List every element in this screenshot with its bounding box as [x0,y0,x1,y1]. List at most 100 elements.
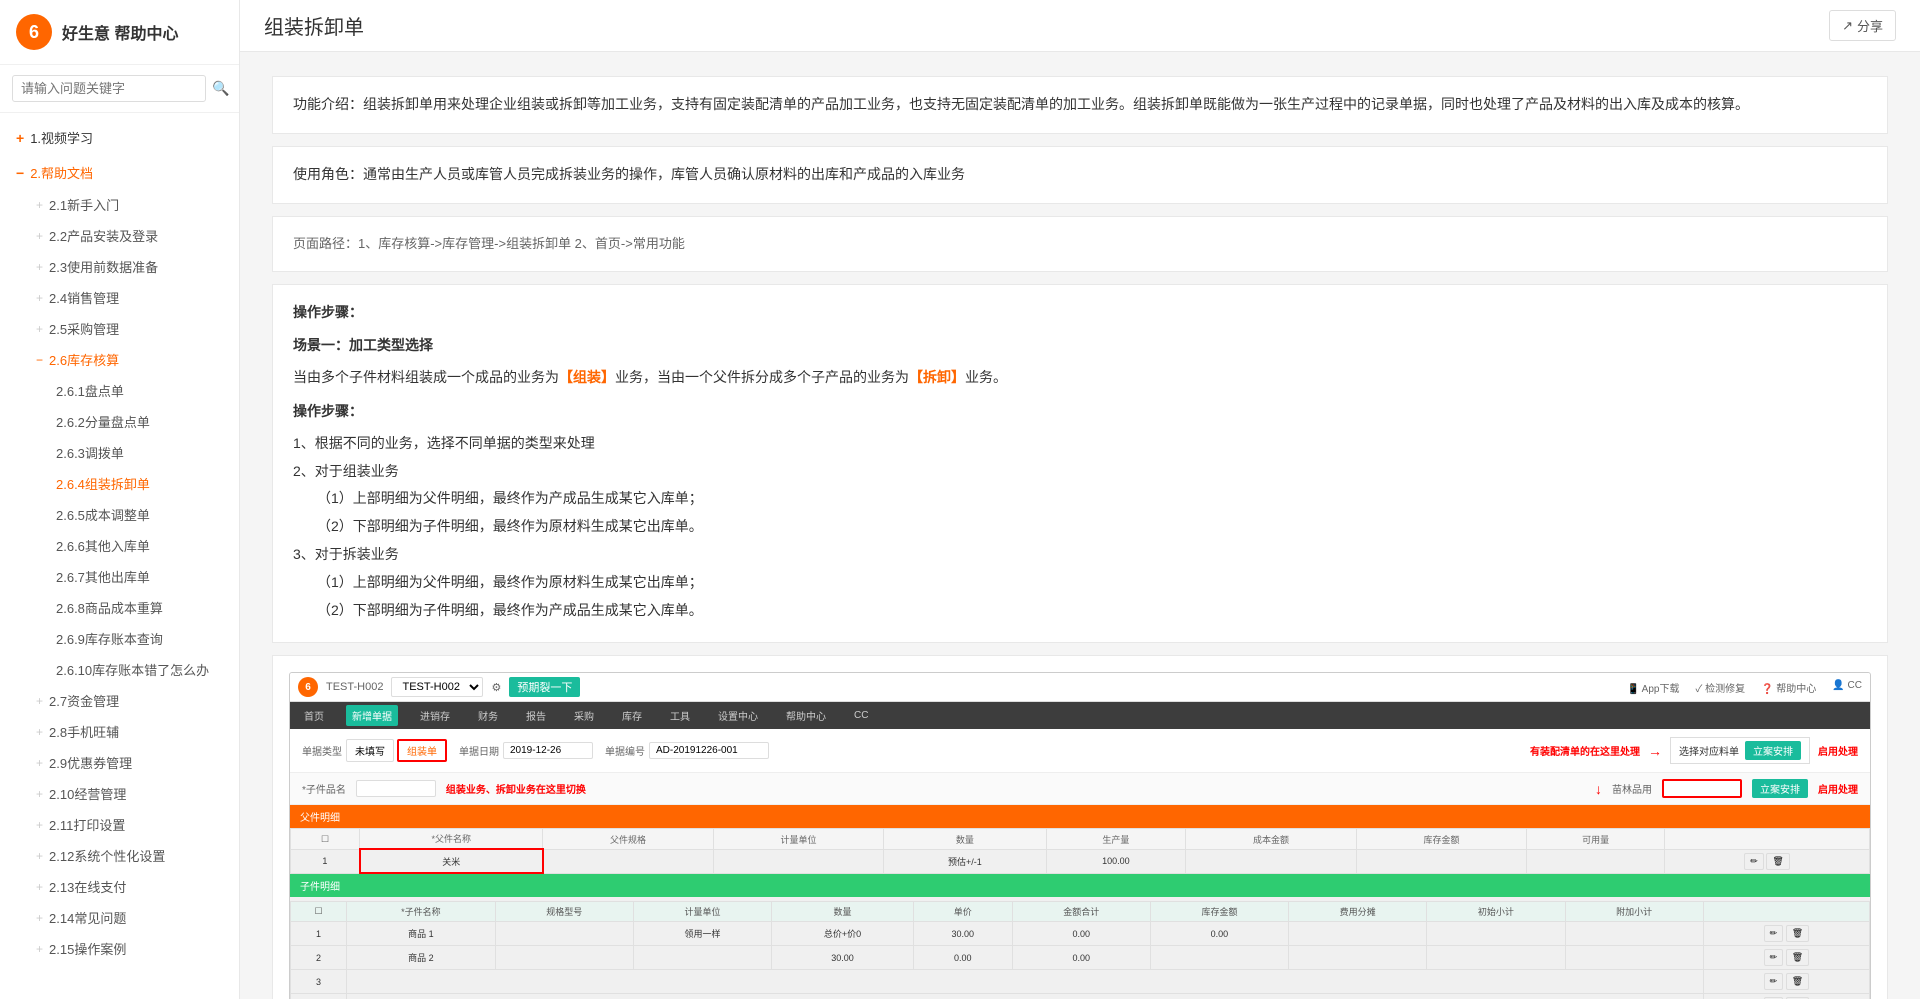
sidebar-item-2-6[interactable]: − 2.6库存核算 [8,344,239,375]
sm-row-del-btn[interactable]: 🗑 [1766,853,1789,870]
sm-nav-finance[interactable]: 财务 [472,705,504,726]
role-block: 使用角色：通常由生产人员或库管人员完成拆装业务的操作，库管人员确认原材料的出库和… [272,146,1888,204]
sm-nav-help[interactable]: 帮助中心 [780,705,832,726]
sidebar-item-2-15[interactable]: + 2.15操作案例 [8,933,239,964]
sidebar-item-2-10[interactable]: + 2.10经营管理 [8,778,239,809]
sidebar-item-2-6-3[interactable]: 2.6.3调拨单 [8,437,239,468]
sm-topbar-right: 📱 App下载 ✓ 检测修复 ❓ 帮助中心 👤 CC [1627,680,1862,695]
logo-icon: 6 [16,14,52,50]
sm-nav-settings[interactable]: 设置中心 [712,705,764,726]
sidebar-item-2-14[interactable]: + 2.14常见问题 [8,902,239,933]
search-input[interactable] [12,75,206,102]
red-arrow-1: → [1648,743,1662,759]
table-row: 1 商品 1 领用一样 总价+价0 30.00 0.00 0.00 [291,922,1870,946]
sidebar-item-2-6-9[interactable]: 2.6.9库存账本查询 [8,623,239,654]
col-qty: 数量 [884,829,1046,850]
sidebar-item-2-1[interactable]: + 2.1新手入门 [8,189,239,220]
sm-nav-cc[interactable]: CC [848,707,874,724]
sm-company-select[interactable]: TEST-H002 [391,677,483,697]
sidebar-item-2-2[interactable]: + 2.2产品安装及登录 [8,220,239,251]
sm-sub-input-1[interactable] [356,780,436,797]
sidebar-item-2-6-7[interactable]: 2.6.7其他出库单 [8,561,239,592]
sm-btn-assemble[interactable]: 组装单 [397,739,447,762]
sidebar-item-2-6-2[interactable]: 2.6.2分量盘点单 [8,406,239,437]
sidebar-item-2-6-5[interactable]: 2.6.5成本调整单 [8,499,239,530]
sidebar-item-2-13[interactable]: + 2.13在线支付 [8,871,239,902]
sidebar-item-2-8[interactable]: + 2.8手机旺辅 [8,716,239,747]
nav-label-2-6-8: 2.6.8商品成本重算 [56,598,163,617]
steps-block: 操作步骤： 场景一：加工类型选择 当由多个子件材料组装成一个成品的业务为【组装】… [272,284,1888,644]
sm-topbar-left: 6 TEST-H002 TEST-H002 ⚙ 预期裂一下 [298,677,580,697]
sub-edit-btn-3[interactable]: ✏ [1764,973,1784,990]
sub-col-init: 初始小计 [1427,902,1565,922]
sm-nav-purchase[interactable]: 采购 [568,705,600,726]
sub-del-btn[interactable]: 🗑 [1786,925,1809,942]
sidebar-item-2-9[interactable]: + 2.9优惠券管理 [8,747,239,778]
sub-plus-icon: + [36,756,43,770]
sub-plus-icon: + [36,260,43,274]
sm-nav-report[interactable]: 报告 [520,705,552,726]
sm-nav-purchase-sale[interactable]: 进销存 [414,705,456,726]
sidebar-item-2-3[interactable]: + 2.3使用前数据准备 [8,251,239,282]
sub-cell-init [1427,922,1565,946]
scene1-desc: 当由多个子件材料组装成一个成品的业务为【组装】业务，当由一个父件拆分成多个子产品… [293,366,1867,390]
nav-label-2-11: 2.11打印设置 [49,815,125,834]
sidebar-item-docs[interactable]: − 2.帮助文档 [0,156,239,189]
sm-number-input[interactable] [649,742,769,759]
sidebar-item-2-6-6[interactable]: 2.6.6其他入库单 [8,530,239,561]
path-text: 页面路径：1、库存核算->库存管理->组装拆卸单 2、首页->常用功能 [293,236,685,251]
sub-edit-btn[interactable]: ✏ [1764,925,1784,942]
sub-plus-icon: + [36,229,43,243]
sub-cell-init-2 [1427,946,1565,970]
sidebar-item-2-11[interactable]: + 2.11打印设置 [8,809,239,840]
nav-label-2-2: 2.2产品安装及登录 [49,226,158,245]
sm-form-top: 单据类型 未填写 组装单 单据日期 单据编号 [290,729,1870,773]
sub-plus-icon: + [36,787,43,801]
sm-nav-home[interactable]: 首页 [298,705,330,726]
sidebar-item-videos[interactable]: + 1.视频学习 [0,121,239,154]
sub-cell-fee [1289,922,1427,946]
sub-col-price: 单价 [914,902,1013,922]
cell-stock [1356,849,1526,873]
sm-nav-new[interactable]: 新增单据 [346,705,398,726]
sm-preview-btn[interactable]: 预期裂一下 [509,677,580,697]
sm-parent-table: ☐ *父件名称 父件规格 计量单位 数量 生产量 成本金额 库存金额 可用量 [290,828,1870,874]
sidebar-item-2-6-1[interactable]: 2.6.1盘点单 [8,375,239,406]
col-cost: 成本金额 [1186,829,1356,850]
sm-confirm-btn[interactable]: 立案安排 [1745,741,1801,760]
sm-sub-input-2[interactable] [1662,779,1742,798]
screenshot-mockup: 6 TEST-H002 TEST-H002 ⚙ 预期裂一下 📱 App下载 ✓ … [289,672,1871,999]
sm-app-tip: 📱 App下载 [1627,680,1679,695]
sub-del-btn-3[interactable]: 🗑 [1786,973,1809,990]
sub-plus-icon: + [36,880,43,894]
sidebar-item-2-6-10[interactable]: 2.6.10库存账本错了怎么办 [8,654,239,685]
sm-child-table: ☐ *子件名称 规格型号 计量单位 数量 单价 金额合计 库存金额 费用分摊 [290,901,1870,999]
sm-right-annotation: 有装配清单的在这里处理 → 选择对应料单 立案安排 启用处理 [781,737,1858,764]
sub-cell-name-2: 商品 2 [347,946,496,970]
sub-plus-icon: + [36,725,43,739]
sub-edit-btn-2[interactable]: ✏ [1764,949,1784,966]
annotation-enable: 启用处理 [1818,743,1858,758]
sm-btn-unfixed[interactable]: 未填写 [346,739,394,762]
table-row: 4 ✏ 🗑 [291,994,1870,999]
sidebar-item-2-4[interactable]: + 2.4销售管理 [8,282,239,313]
sidebar-item-2-6-4[interactable]: 2.6.4组装拆卸单 [8,468,239,499]
sm-row-edit-btn[interactable]: ✏ [1744,853,1764,870]
sub-col-ops [1703,902,1869,922]
sidebar-item-2-7[interactable]: + 2.7资金管理 [8,685,239,716]
sub-cell-price-2: 0.00 [914,946,1013,970]
sm-nav-inventory[interactable]: 库存 [616,705,648,726]
scene1-heading: 场景一：加工类型选择 [293,334,1867,358]
sidebar-item-2-6-8[interactable]: 2.6.8商品成本重算 [8,592,239,623]
search-icon[interactable]: 🔍 [212,80,229,97]
sm-date-input[interactable] [503,742,593,759]
sm-nav-tools[interactable]: 工具 [664,705,696,726]
sidebar-item-2-5[interactable]: + 2.5采购管理 [8,313,239,344]
role-text: 使用角色：通常由生产人员或库管人员完成拆装业务的操作，库管人员确认原材料的出库和… [293,166,965,182]
sm-sub-confirm-btn[interactable]: 立案安排 [1752,779,1808,798]
sidebar-item-2-12[interactable]: + 2.12系统个性化设置 [8,840,239,871]
steps-sub-heading: 操作步骤： [293,400,1867,424]
share-button[interactable]: ↗ 分享 [1829,10,1896,41]
sub-del-btn-2[interactable]: 🗑 [1786,949,1809,966]
sub-cell-sum-2: 0.00 [1012,946,1150,970]
